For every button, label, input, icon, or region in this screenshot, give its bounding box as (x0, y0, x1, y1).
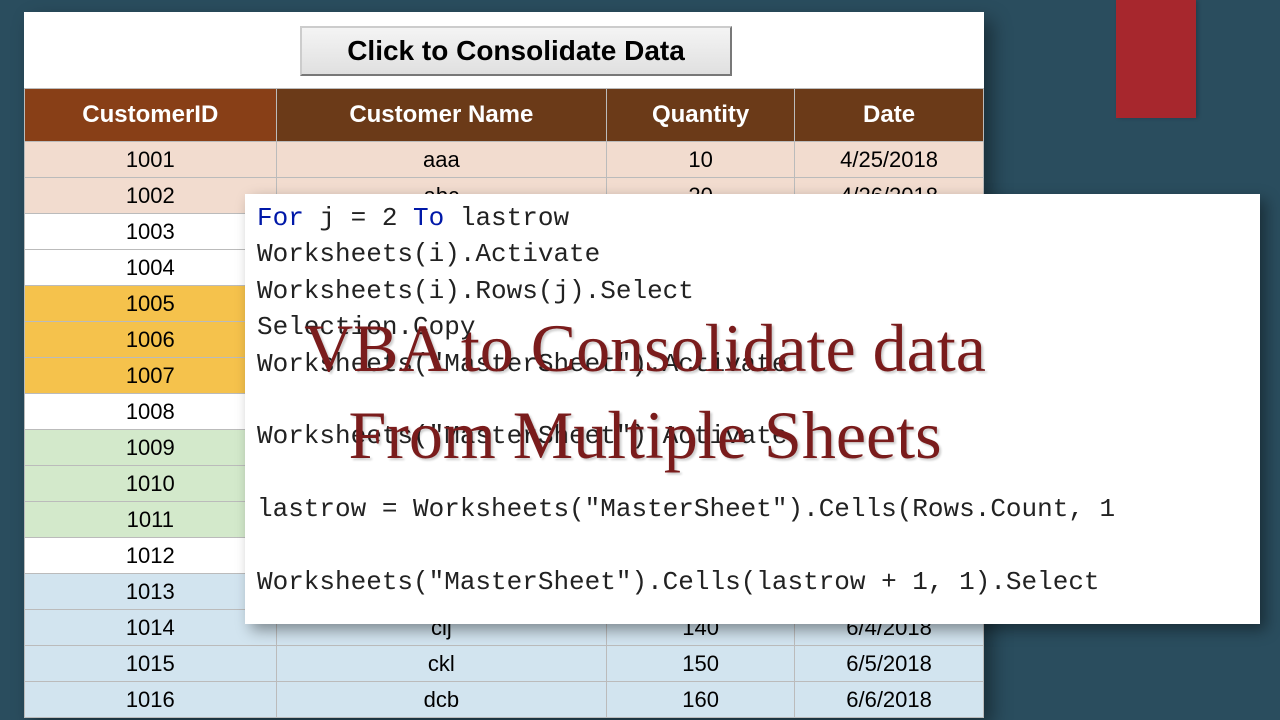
consolidate-button[interactable]: Click to Consolidate Data (300, 26, 732, 76)
cell-id[interactable]: 1012 (25, 538, 277, 574)
cell-date[interactable]: 4/25/2018 (795, 142, 984, 178)
cell-id[interactable]: 1010 (25, 466, 277, 502)
vba-code-panel: For j = 2 To lastrow Worksheets(i).Activ… (245, 194, 1260, 624)
code-line: Worksheets("MasterSheet").Cells(lastrow … (257, 567, 1100, 597)
table-row[interactable]: 1015ckl1506/5/2018 (25, 646, 984, 682)
cell-id[interactable]: 1007 (25, 358, 277, 394)
cell-id[interactable]: 1008 (25, 394, 277, 430)
code-text: lastrow (444, 203, 569, 233)
code-line: lastrow = Worksheets("MasterSheet").Cell… (257, 494, 1115, 524)
cell-id[interactable]: 1001 (25, 142, 277, 178)
col-date[interactable]: Date (795, 89, 984, 142)
cell-id[interactable]: 1004 (25, 250, 277, 286)
code-line: Worksheets("MasterSheet").Activate (257, 349, 788, 379)
accent-red-block (1116, 0, 1196, 118)
cell-name[interactable]: ckl (276, 646, 607, 682)
cell-id[interactable]: 1011 (25, 502, 277, 538)
cell-name[interactable]: aaa (276, 142, 607, 178)
col-customerid[interactable]: CustomerID (25, 89, 277, 142)
cell-id[interactable]: 1016 (25, 682, 277, 718)
code-line: Worksheets(i).Rows(j).Select (257, 276, 694, 306)
cell-id[interactable]: 1013 (25, 574, 277, 610)
col-customername[interactable]: Customer Name (276, 89, 607, 142)
cell-id[interactable]: 1014 (25, 610, 277, 646)
code-kw-for: For (257, 203, 304, 233)
cell-id[interactable]: 1002 (25, 178, 277, 214)
cell-date[interactable]: 6/5/2018 (795, 646, 984, 682)
code-line: Worksheets("MasterSheet").Activate (257, 421, 788, 451)
cell-qty[interactable]: 150 (607, 646, 795, 682)
cell-id[interactable]: 1009 (25, 430, 277, 466)
cell-qty[interactable]: 10 (607, 142, 795, 178)
code-text: j = 2 (304, 203, 413, 233)
cell-id[interactable]: 1006 (25, 322, 277, 358)
code-line: Worksheets(i).Activate (257, 239, 600, 269)
cell-id[interactable]: 1005 (25, 286, 277, 322)
code-line: Selection.Copy (257, 312, 475, 342)
cell-id[interactable]: 1003 (25, 214, 277, 250)
header-row: CustomerID Customer Name Quantity Date (25, 89, 984, 142)
col-quantity[interactable]: Quantity (607, 89, 795, 142)
cell-date[interactable]: 6/6/2018 (795, 682, 984, 718)
code-kw-to: To (413, 203, 444, 233)
table-row[interactable]: 1001aaa104/25/2018 (25, 142, 984, 178)
cell-id[interactable]: 1015 (25, 646, 277, 682)
table-row[interactable]: 1016dcb1606/6/2018 (25, 682, 984, 718)
cell-qty[interactable]: 160 (607, 682, 795, 718)
cell-name[interactable]: dcb (276, 682, 607, 718)
